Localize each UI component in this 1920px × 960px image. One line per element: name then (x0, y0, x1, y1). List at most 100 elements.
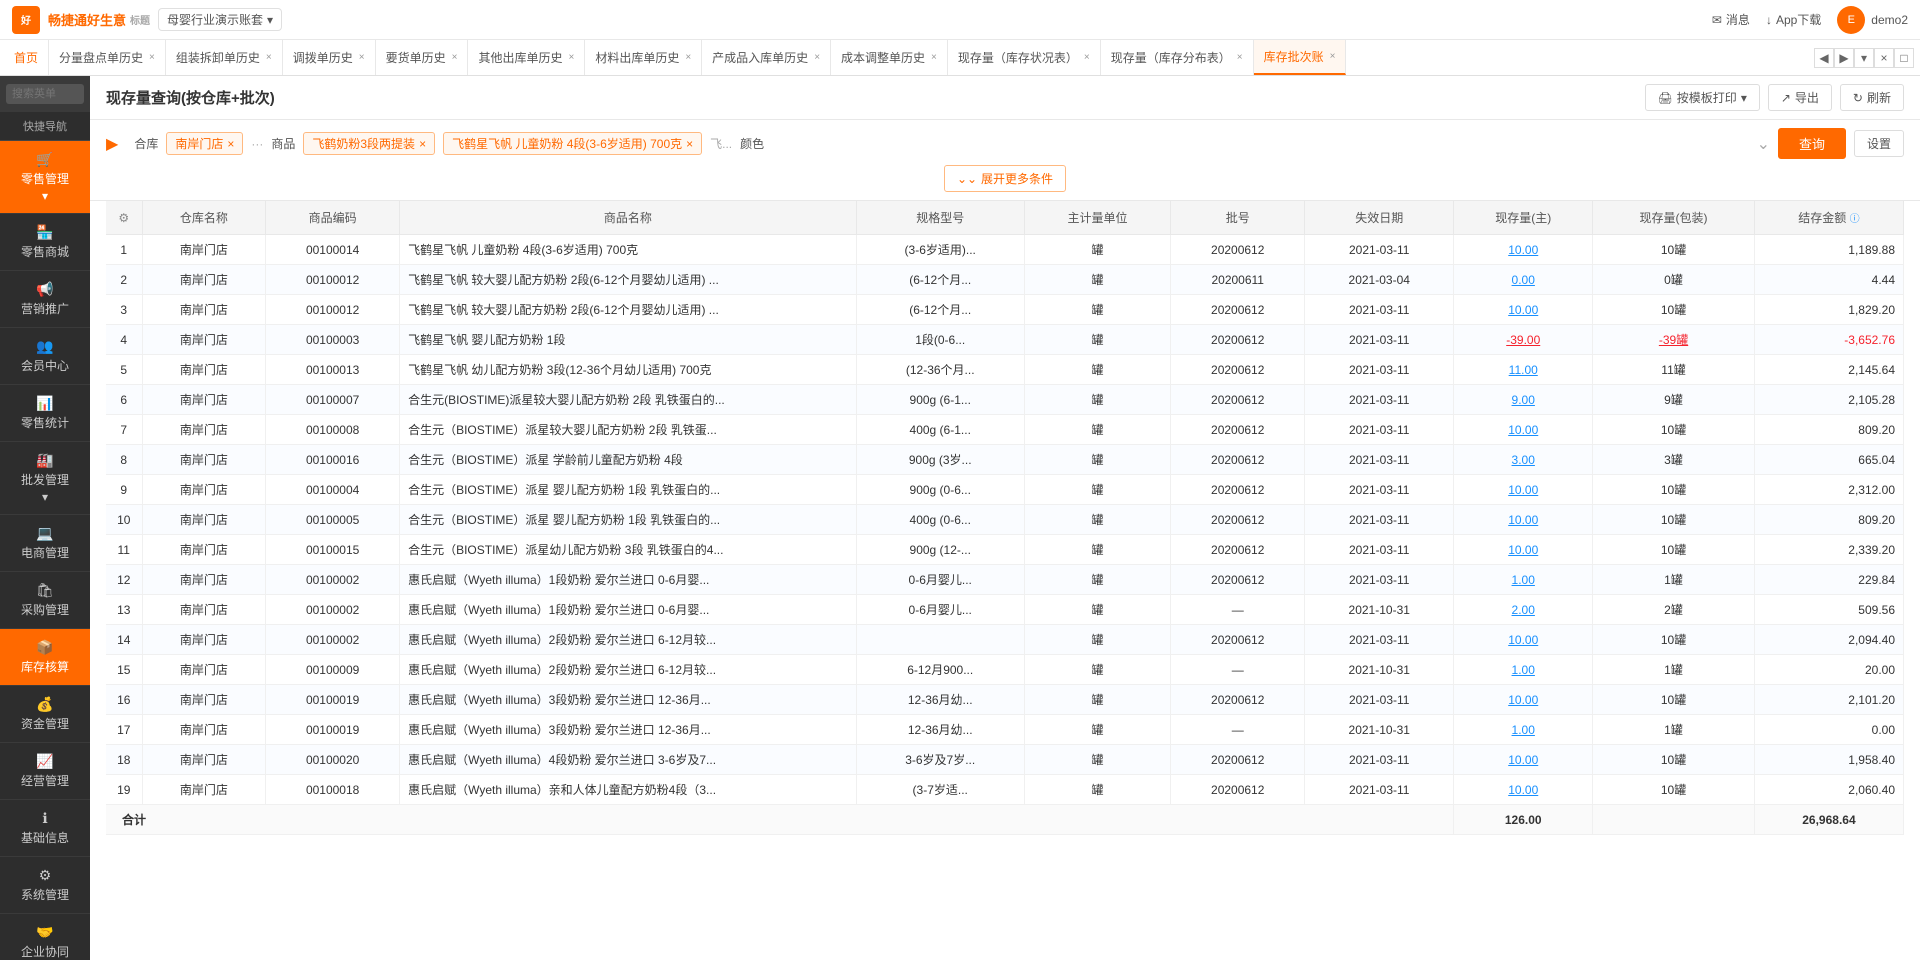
stock-main-value[interactable]: 1.00 (1512, 573, 1535, 587)
cell-stock-main[interactable]: 3.00 (1454, 445, 1593, 475)
sidebar-item-retail[interactable]: 🛒 零售管理 ▾ (0, 141, 90, 214)
cell-stock-main[interactable]: 1.00 (1454, 565, 1593, 595)
cell-stock-main[interactable]: 0.00 (1454, 265, 1593, 295)
stock-main-value[interactable]: 10.00 (1508, 633, 1538, 647)
stock-main-value[interactable]: -39.00 (1506, 333, 1540, 347)
sidebar-item-marketing[interactable]: 📢 营销推广 (0, 271, 90, 328)
tab-zuhe[interactable]: 组装拆卸单历史 × (166, 40, 283, 75)
stock-main-value[interactable]: 1.00 (1512, 723, 1535, 737)
stock-main-value[interactable]: 10.00 (1508, 693, 1538, 707)
stock-main-value[interactable]: 10.00 (1508, 513, 1538, 527)
tab-home[interactable]: 首页 (4, 40, 49, 75)
stock-main-value[interactable]: 10.00 (1508, 303, 1538, 317)
tab-prev-btn[interactable]: ◀ (1814, 48, 1834, 68)
cell-stock-main[interactable]: 9.00 (1454, 385, 1593, 415)
tab-close-kucun[interactable]: × (1330, 51, 1336, 62)
product-filter-tag2[interactable]: 飞鹤星飞帆 儿童奶粉 4段(3-6岁适用) 700克 × (443, 132, 702, 155)
tab-close-chengpin[interactable]: × (814, 52, 820, 63)
cell-stock-main[interactable]: 1.00 (1454, 715, 1593, 745)
cell-stock-main[interactable]: 10.00 (1454, 235, 1593, 265)
cell-stock-main[interactable]: 10.00 (1454, 505, 1593, 535)
tab-xiancun1[interactable]: 现存量（库存状况表） × (948, 40, 1101, 75)
sidebar-item-ecommerce[interactable]: 💻 电商管理 (0, 515, 90, 572)
refresh-btn[interactable]: ↻ 刷新 (1840, 84, 1904, 111)
expand-more-btn[interactable]: ⌄⌄ 展开更多条件 (944, 165, 1066, 192)
search-input[interactable] (6, 84, 84, 104)
expand-left-arrow[interactable]: ▶ (106, 134, 118, 154)
message-btn[interactable]: ✉ 消息 (1712, 11, 1750, 28)
stock-main-value[interactable]: 3.00 (1512, 453, 1535, 467)
sidebar-item-operations[interactable]: 📈 经营管理 (0, 743, 90, 800)
tab-chengpin[interactable]: 产成品入库单历史 × (702, 40, 831, 75)
sidebar-item-inventory[interactable]: 📦 库存核算 (0, 629, 90, 686)
tab-close-cailiao[interactable]: × (685, 52, 691, 63)
tab-menu-btn[interactable]: ▾ (1854, 48, 1874, 68)
color-expand-icon[interactable]: ⌄ (1757, 134, 1770, 154)
sidebar-item-wholesale[interactable]: 🏭 批发管理 ▾ (0, 442, 90, 515)
gear-icon[interactable]: ⚙ (118, 211, 129, 225)
setting-btn[interactable]: 设置 (1854, 130, 1904, 157)
stock-main-value[interactable]: 0.00 (1512, 273, 1535, 287)
tab-close-chengben[interactable]: × (931, 52, 937, 63)
tab-close-qitachu[interactable]: × (568, 52, 574, 63)
tab-qitachu[interactable]: 其他出库单历史 × (468, 40, 585, 75)
tab-cailiao[interactable]: 材料出库单历史 × (585, 40, 702, 75)
cell-stock-main[interactable]: 10.00 (1454, 745, 1593, 775)
stock-main-value[interactable]: 9.00 (1512, 393, 1535, 407)
tab-close-yaohuo[interactable]: × (452, 52, 458, 63)
tab-close-zuhe[interactable]: × (266, 52, 272, 63)
product-tag1-remove[interactable]: × (419, 137, 426, 151)
cell-stock-main[interactable]: 10.00 (1454, 475, 1593, 505)
warehouse-tag-remove[interactable]: × (227, 137, 234, 151)
sidebar-item-purchase[interactable]: 🛍 采购管理 (0, 572, 90, 629)
sidebar-item-basic[interactable]: ℹ 基础信息 (0, 800, 90, 857)
industry-selector[interactable]: 母婴行业演示账套 ▾ (158, 8, 282, 31)
tab-yaohuo[interactable]: 要货单历史 × (376, 40, 469, 75)
tab-close-xiancun2[interactable]: × (1237, 52, 1243, 63)
cell-stock-main[interactable]: 10.00 (1454, 685, 1593, 715)
sidebar-item-finance[interactable]: 💰 资金管理 (0, 686, 90, 743)
tab-diaopo[interactable]: 调拨单历史 × (283, 40, 376, 75)
product-tag2-remove[interactable]: × (686, 137, 693, 151)
stock-main-value[interactable]: 10.00 (1508, 783, 1538, 797)
stock-main-value[interactable]: 10.00 (1508, 483, 1538, 497)
sidebar-item-mall[interactable]: 🏪 零售商城 (0, 214, 90, 271)
cell-stock-main[interactable]: 10.00 (1454, 625, 1593, 655)
export-btn[interactable]: ↗ 导出 (1768, 84, 1832, 111)
cell-stock-main[interactable]: 2.00 (1454, 595, 1593, 625)
stock-main-value[interactable]: 2.00 (1512, 603, 1535, 617)
sidebar-item-collab[interactable]: 🤝 企业协同 (0, 914, 90, 960)
product-filter-tag1[interactable]: 飞鹤奶粉3段两提装 × (303, 132, 435, 155)
warehouse-more[interactable]: ··· (251, 137, 263, 151)
warehouse-filter-tag[interactable]: 南岸门店 × (166, 132, 243, 155)
info-icon[interactable]: ⓘ (1850, 214, 1860, 225)
cell-stock-main[interactable]: 10.00 (1454, 775, 1593, 805)
tab-chengben[interactable]: 成本调整单历史 × (831, 40, 948, 75)
cell-stock-main[interactable]: 10.00 (1454, 415, 1593, 445)
tab-fenliang[interactable]: 分量盘点单历史 × (49, 40, 166, 75)
user-info[interactable]: E demo2 (1837, 6, 1908, 34)
sidebar-item-system[interactable]: ⚙ 系统管理 (0, 857, 90, 914)
cell-stock-main[interactable]: 1.00 (1454, 655, 1593, 685)
stock-main-value[interactable]: 10.00 (1508, 423, 1538, 437)
stock-main-value[interactable]: 10.00 (1508, 543, 1538, 557)
product-more[interactable]: 飞... (710, 135, 732, 152)
th-gear[interactable]: ⚙ (106, 201, 142, 235)
tab-next-btn[interactable]: ▶ (1834, 48, 1854, 68)
cell-stock-main[interactable]: 11.00 (1454, 355, 1593, 385)
cell-stock-main[interactable]: 10.00 (1454, 535, 1593, 565)
app-download-btn[interactable]: ↓ App下载 (1766, 11, 1821, 28)
tab-fullscreen-btn[interactable]: □ (1894, 48, 1914, 68)
sidebar-item-member[interactable]: 👥 会员中心 (0, 328, 90, 385)
tab-xiancun2[interactable]: 现存量（库存分布表） × (1101, 40, 1254, 75)
tab-kucun-active[interactable]: 库存批次账 × (1254, 40, 1347, 75)
tab-close-fenliang[interactable]: × (149, 52, 155, 63)
tab-close-all-btn[interactable]: × (1874, 48, 1894, 68)
stock-main-value[interactable]: 11.00 (1509, 363, 1538, 377)
sidebar-quick-nav[interactable]: 快捷导航 (0, 112, 90, 141)
cell-stock-main[interactable]: 10.00 (1454, 295, 1593, 325)
stock-main-value[interactable]: 10.00 (1508, 243, 1538, 257)
print-btn[interactable]: 🖨 按模板打印 ▾ (1645, 84, 1760, 111)
cell-stock-main[interactable]: -39.00 (1454, 325, 1593, 355)
tab-close-xiancun1[interactable]: × (1084, 52, 1090, 63)
